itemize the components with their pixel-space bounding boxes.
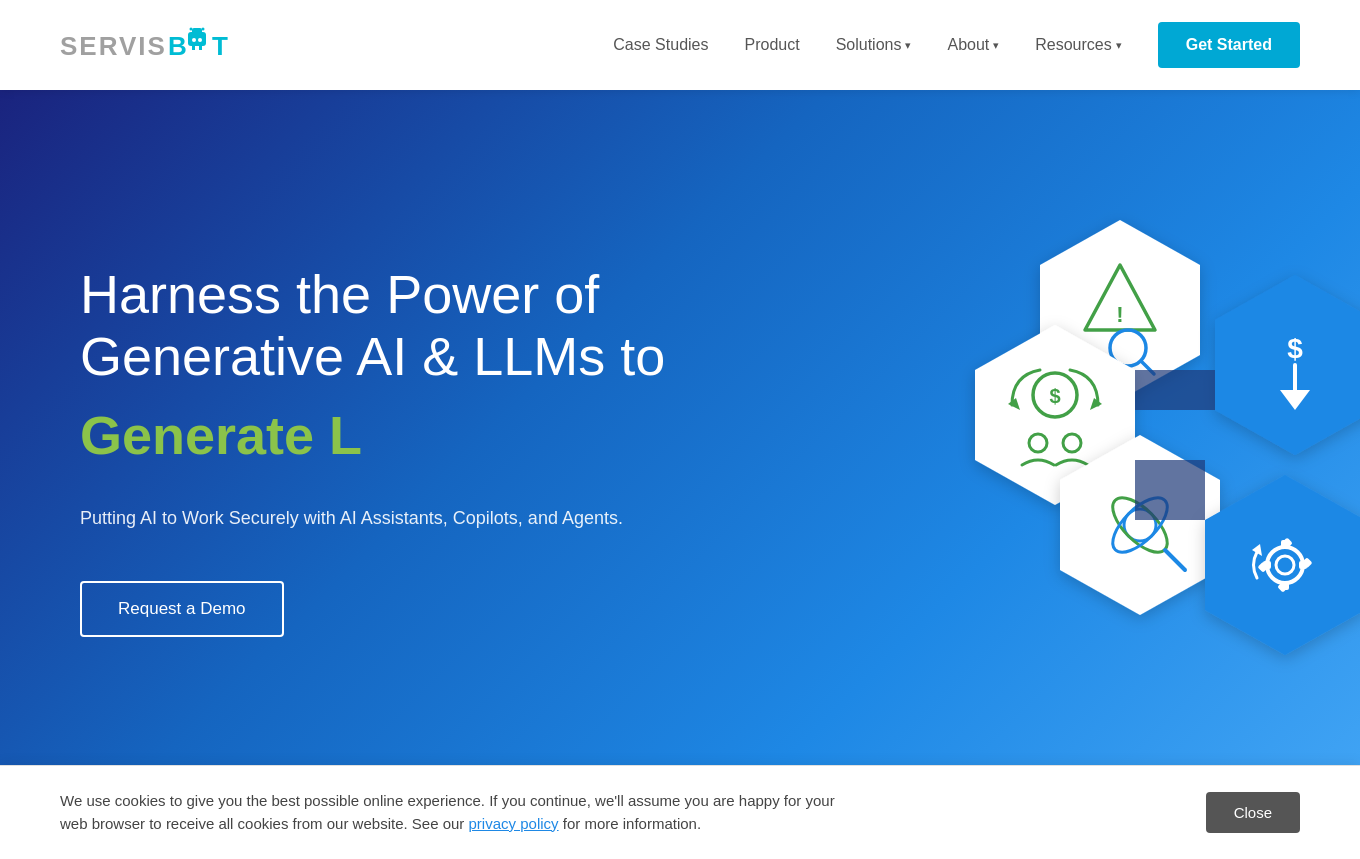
cookie-message: We use cookies to give you the best poss… — [60, 790, 860, 810]
nav-links: Case Studies Product Solutions ▾ About ▾… — [613, 22, 1300, 68]
svg-text:!: ! — [1116, 302, 1123, 327]
svg-point-6 — [192, 38, 196, 42]
svg-point-4 — [190, 28, 193, 31]
resources-chevron-icon: ▾ — [1116, 39, 1122, 52]
nav-about[interactable]: About ▾ — [947, 36, 999, 54]
cookie-close-button[interactable]: Close — [1206, 792, 1300, 810]
hexagon-cluster-svg: ! $ — [860, 190, 1360, 710]
hex-dollar-down: $ — [1215, 275, 1360, 455]
hero-animated-text: Generate L — [80, 403, 665, 468]
get-started-button[interactable]: Get Started — [1158, 22, 1300, 68]
nav-solutions[interactable]: Solutions ▾ — [836, 36, 912, 54]
svg-rect-3 — [192, 28, 202, 34]
hero-section: Harness the Power of Generative AI & LLM… — [0, 90, 1360, 810]
svg-text:SERVIS: SERVIS — [60, 31, 167, 61]
hero-subtitle: Putting AI to Work Securely with AI Assi… — [80, 504, 665, 533]
solutions-chevron-icon: ▾ — [905, 39, 911, 52]
nav-case-studies[interactable]: Case Studies — [613, 36, 708, 54]
svg-point-5 — [202, 28, 205, 31]
svg-text:T: T — [212, 31, 230, 61]
logo-svg: SERVIS B T — [60, 20, 260, 70]
nav-resources[interactable]: Resources ▾ — [1035, 36, 1121, 54]
svg-text:B: B — [168, 31, 189, 61]
svg-rect-2 — [188, 32, 206, 46]
logo[interactable]: SERVIS B T — [60, 20, 260, 70]
svg-marker-34 — [1205, 475, 1360, 655]
request-demo-button[interactable]: Request a Demo — [80, 581, 284, 637]
hero-content: Harness the Power of Generative AI & LLM… — [80, 263, 665, 637]
svg-point-7 — [198, 38, 202, 42]
svg-text:$: $ — [1287, 333, 1303, 364]
hero-title: Harness the Power of Generative AI & LLM… — [80, 263, 665, 387]
svg-rect-9 — [199, 45, 202, 50]
svg-marker-25 — [1215, 275, 1360, 455]
nav-product[interactable]: Product — [744, 36, 799, 54]
svg-text:$: $ — [1049, 385, 1060, 407]
about-chevron-icon: ▾ — [993, 39, 999, 52]
hex-gear-settings — [1205, 475, 1360, 655]
cookie-banner: We use cookies to give you the best poss… — [0, 765, 1360, 810]
svg-marker-46 — [1135, 370, 1215, 410]
hero-visual: ! $ — [860, 190, 1360, 710]
svg-marker-47 — [1135, 460, 1205, 520]
navbar: SERVIS B T Case Studies Product — [0, 0, 1360, 90]
svg-rect-8 — [192, 45, 195, 50]
